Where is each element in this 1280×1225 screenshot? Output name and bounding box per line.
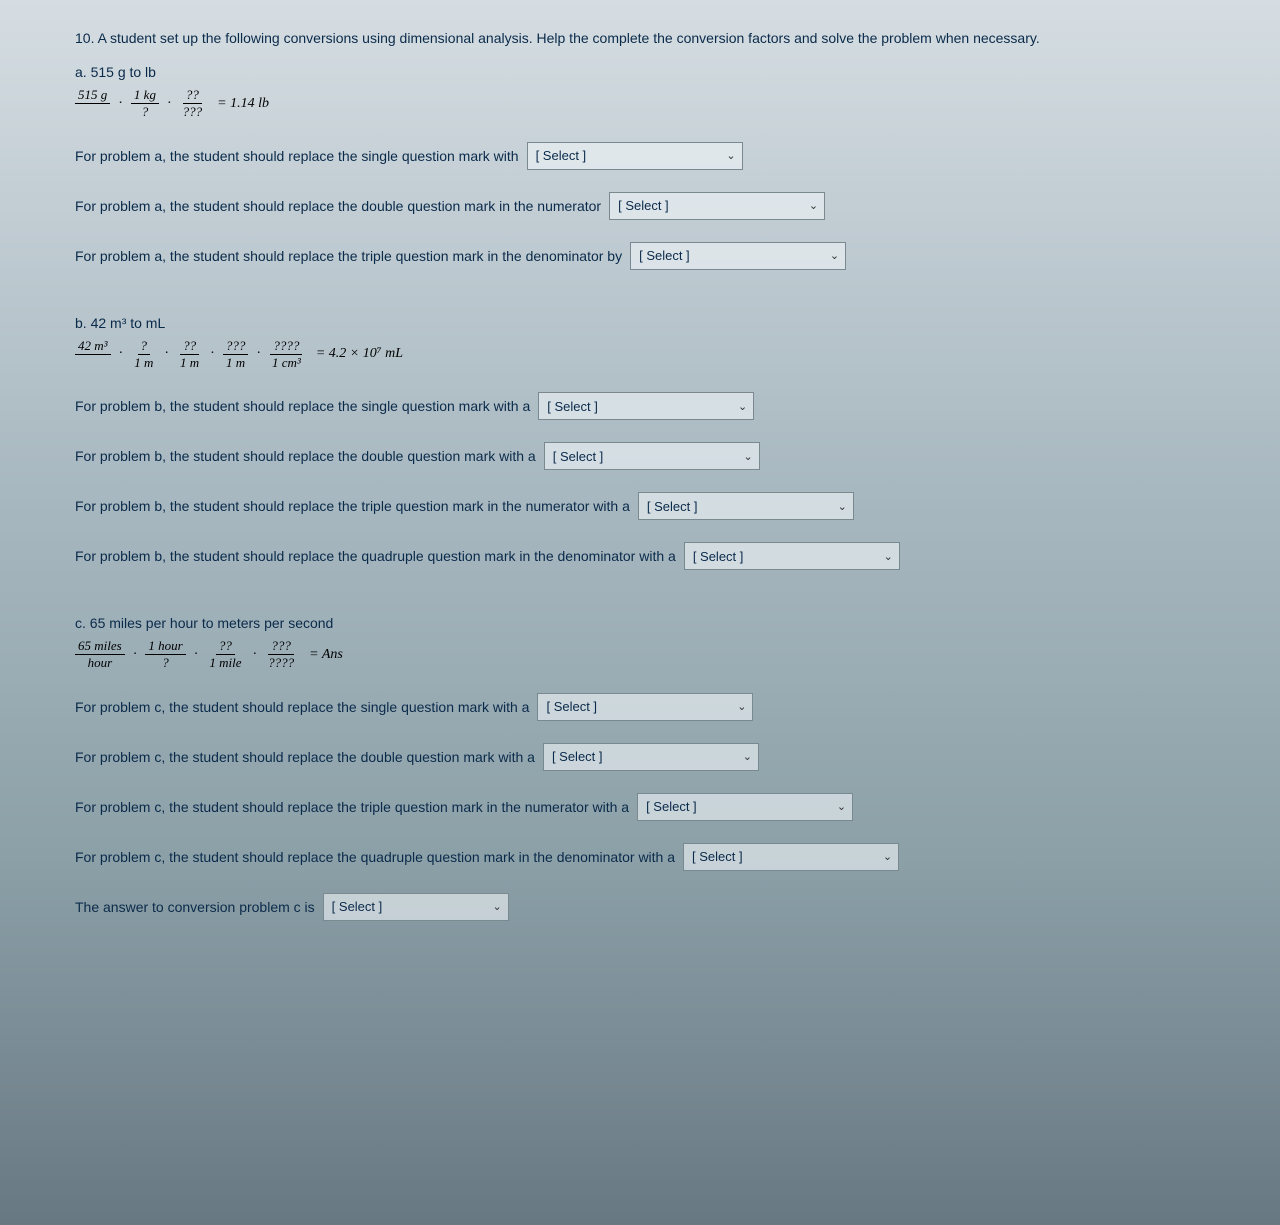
prompt-line: For problem a, the student should replac… (75, 242, 1260, 270)
part-b-label: b. 42 m³ to mL (75, 315, 1260, 331)
fraction: 65 miles hour (75, 639, 125, 671)
fraction: ?? 1 m (177, 339, 202, 371)
select-b3[interactable]: [ Select ] ⌄ (638, 492, 854, 520)
select-c3[interactable]: [ Select ] ⌄ (637, 793, 853, 821)
chevron-down-icon: ⌄ (830, 249, 839, 262)
part-a-label: a. 515 g to lb (75, 64, 1260, 80)
question-stem: 10. A student set up the following conve… (75, 30, 1260, 46)
prompt-line: For problem c, the student should replac… (75, 843, 1260, 871)
equation-b: 42 m³ · ? 1 m · ?? 1 m · ??? 1 m · ???? … (75, 339, 1260, 371)
prompt-line: For problem b, the student should replac… (75, 492, 1260, 520)
equation-result: = 4.2 × 10⁷ mL (310, 346, 403, 362)
part-c-label: c. 65 miles per hour to meters per secon… (75, 615, 1260, 631)
fraction: 42 m³ (75, 339, 111, 371)
chevron-down-icon: ⌄ (884, 550, 893, 563)
select-b1[interactable]: [ Select ] ⌄ (538, 392, 754, 420)
chevron-down-icon: ⌄ (726, 149, 735, 162)
select-a2[interactable]: [ Select ] ⌄ (609, 192, 825, 220)
fraction: ? 1 m (131, 339, 156, 371)
fraction: 1 kg ? (131, 88, 159, 120)
equation-c: 65 miles hour · 1 hour ? · ?? 1 mile · ?… (75, 639, 1260, 671)
equation-a: 515 g · 1 kg ? · ?? ??? = 1.14 lb (75, 88, 1260, 120)
fraction: ???? 1 cm³ (269, 339, 304, 371)
equation-result: = Ans (303, 647, 343, 663)
select-c5[interactable]: [ Select ] ⌄ (323, 893, 509, 921)
fraction: ?? 1 mile (206, 639, 244, 671)
chevron-down-icon: ⌄ (809, 199, 818, 212)
fraction: ?? ??? (180, 88, 206, 120)
prompt-line: For problem b, the student should replac… (75, 442, 1260, 470)
question-container: 10. A student set up the following conve… (0, 0, 1280, 963)
prompt-line: For problem a, the student should replac… (75, 142, 1260, 170)
select-b4[interactable]: [ Select ] ⌄ (684, 542, 900, 570)
chevron-down-icon: ⌄ (743, 750, 752, 763)
prompt-line: For problem b, the student should replac… (75, 392, 1260, 420)
select-b2[interactable]: [ Select ] ⌄ (544, 442, 760, 470)
chevron-down-icon: ⌄ (837, 800, 846, 813)
fraction: ??? ???? (265, 639, 297, 671)
prompt-line: The answer to conversion problem c is [ … (75, 893, 1260, 921)
fraction: 515 g (75, 88, 110, 120)
equation-result: = 1.14 lb (211, 96, 269, 112)
select-c4[interactable]: [ Select ] ⌄ (683, 843, 899, 871)
chevron-down-icon: ⌄ (883, 850, 892, 863)
select-c1[interactable]: [ Select ] ⌄ (537, 693, 753, 721)
select-a3[interactable]: [ Select ] ⌄ (630, 242, 846, 270)
prompt-line: For problem c, the student should replac… (75, 693, 1260, 721)
fraction: 1 hour ? (145, 639, 185, 671)
fraction: ??? 1 m (223, 339, 249, 371)
chevron-down-icon: ⌄ (737, 700, 746, 713)
prompt-line: For problem c, the student should replac… (75, 743, 1260, 771)
prompt-line: For problem b, the student should replac… (75, 542, 1260, 570)
chevron-down-icon: ⌄ (492, 900, 501, 913)
chevron-down-icon: ⌄ (744, 450, 753, 463)
chevron-down-icon: ⌄ (838, 500, 847, 513)
chevron-down-icon: ⌄ (738, 400, 747, 413)
prompt-line: For problem c, the student should replac… (75, 793, 1260, 821)
prompt-line: For problem a, the student should replac… (75, 192, 1260, 220)
select-c2[interactable]: [ Select ] ⌄ (543, 743, 759, 771)
select-a1[interactable]: [ Select ] ⌄ (527, 142, 743, 170)
